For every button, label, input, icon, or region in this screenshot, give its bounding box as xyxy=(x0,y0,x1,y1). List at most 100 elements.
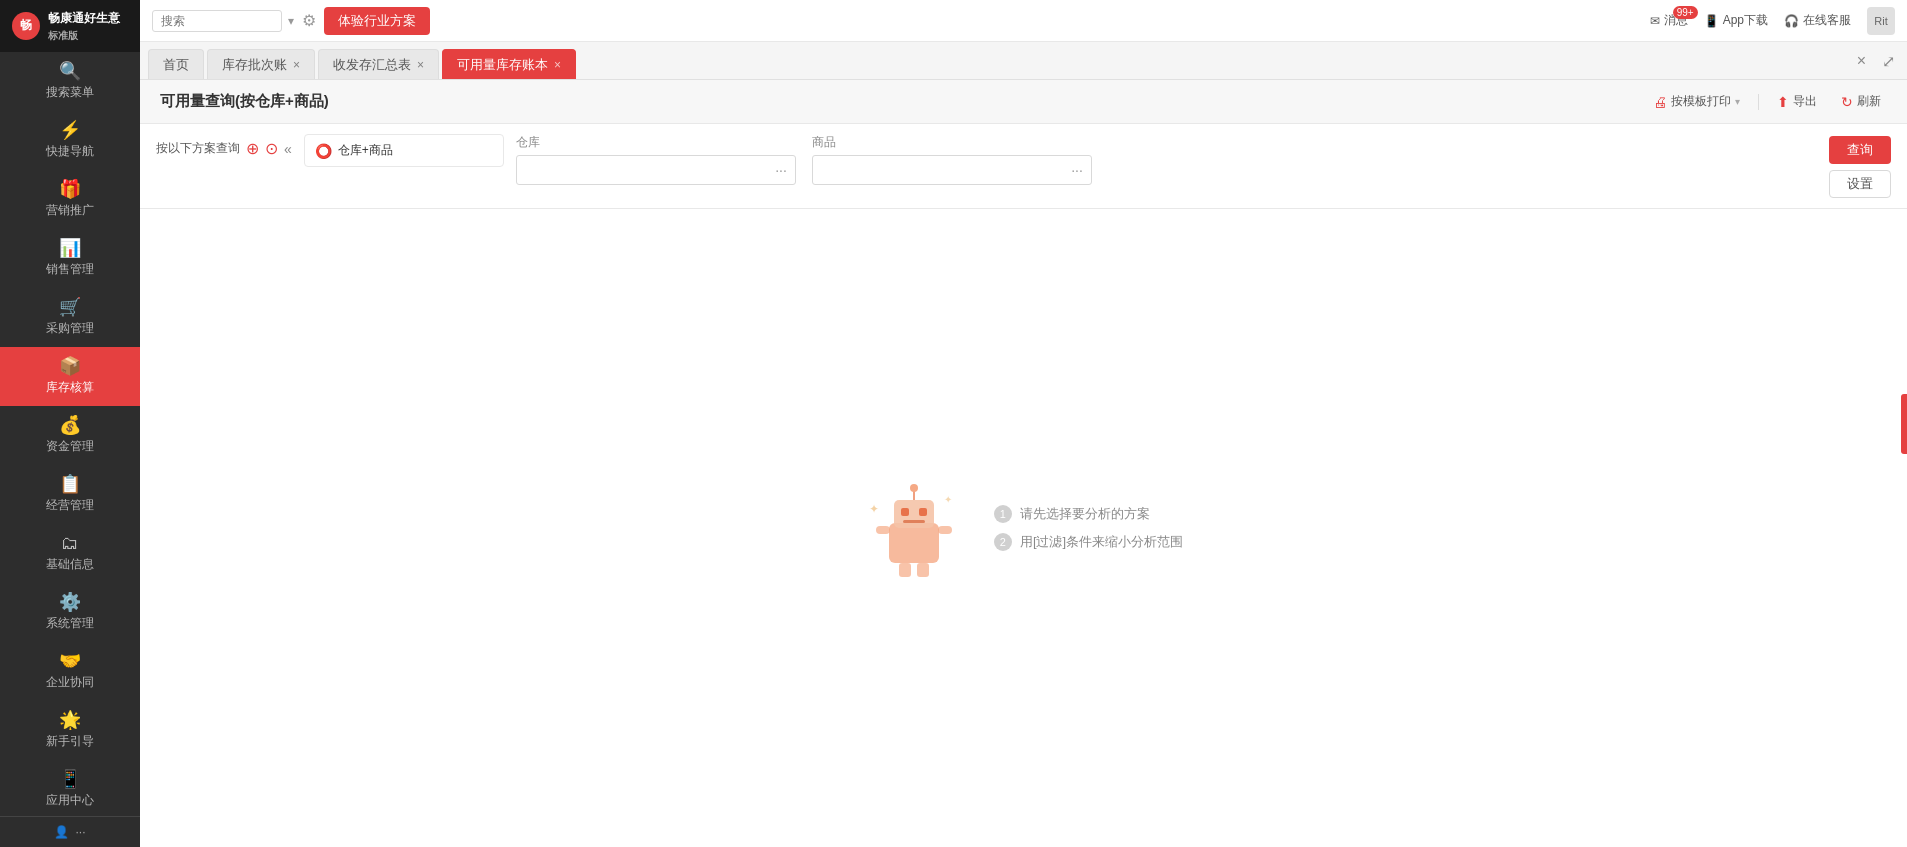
basic-icon: 🗂 xyxy=(61,534,79,552)
more-icon[interactable]: ··· xyxy=(1071,162,1083,178)
sidebar-item-shortcut[interactable]: ⚡ 快捷导航 xyxy=(0,111,140,170)
logo-icon: 畅 xyxy=(12,12,40,40)
divider xyxy=(1758,94,1759,110)
filter-label: 按以下方案查询 ⊕ ⊙ « xyxy=(156,134,292,158)
content-area: 可用量查询(按仓库+商品) 🖨 按模板打印 ▾ ⬆ 导出 ↻ 刷新 xyxy=(140,80,1907,847)
sidebar-item-label: 应用中心 xyxy=(46,792,94,809)
warehouse-input-wrapper: ··· xyxy=(516,155,796,185)
empty-robot-illustration: ✦ ✦ xyxy=(864,478,964,578)
expand-tab-btn[interactable]: ⤢ xyxy=(1878,49,1899,72)
svg-rect-2 xyxy=(901,508,909,516)
product-input[interactable] xyxy=(821,163,1067,177)
tab-available-label: 可用量库存账本 xyxy=(457,56,548,74)
sidebar-item-operation[interactable]: 📋 经营管理 xyxy=(0,465,140,524)
gear-icon[interactable]: ⚙ xyxy=(302,11,316,30)
close-icon[interactable]: × xyxy=(554,58,561,72)
close-icon[interactable]: × xyxy=(293,58,300,72)
sidebar-item-enterprise[interactable]: 🤝 企业协同 xyxy=(0,642,140,701)
search-icon: 🔍 xyxy=(59,62,81,80)
svg-text:✦: ✦ xyxy=(944,494,952,505)
tab-available[interactable]: 可用量库存账本 × xyxy=(442,49,576,79)
refresh-icon: ↻ xyxy=(1841,94,1853,110)
sidebar-item-finance[interactable]: 💰 资金管理 xyxy=(0,406,140,465)
tab-home-label: 首页 xyxy=(163,56,189,74)
service-label: 在线客服 xyxy=(1803,12,1851,29)
warehouse-label: 仓库 xyxy=(516,134,796,151)
sidebar-item-inventory[interactable]: 📦 库存核算 xyxy=(0,347,140,406)
close-tab-btn[interactable]: × xyxy=(1853,49,1870,72)
svg-rect-10 xyxy=(938,526,952,534)
hint-2: 2 用[过滤]条件来缩小分析范围 xyxy=(994,533,1183,551)
sidebar-item-sales[interactable]: 📊 销售管理 xyxy=(0,229,140,288)
chevron-down-icon[interactable]: ▾ xyxy=(288,14,294,28)
tab-summary[interactable]: 收发存汇总表 × xyxy=(318,49,439,79)
sidebar-bottom-label: ··· xyxy=(75,825,85,839)
warehouse-input[interactable] xyxy=(525,163,771,177)
shortcut-icon: ⚡ xyxy=(59,121,81,139)
product-input-wrapper: ··· xyxy=(812,155,1092,185)
tab-batch[interactable]: 库存批次账 × xyxy=(207,49,315,79)
export-btn[interactable]: ⬆ 导出 xyxy=(1771,90,1823,113)
hint-num-2: 2 xyxy=(994,533,1012,551)
system-icon: ⚙️ xyxy=(59,593,81,611)
notification-badge: 99+ xyxy=(1673,6,1698,19)
app-badge: 标准版 xyxy=(48,29,120,42)
top-bar-search: ▾ ⚙ xyxy=(152,10,316,32)
export-icon: ⬆ xyxy=(1777,94,1789,110)
sidebar-item-appstore[interactable]: 📱 应用中心 xyxy=(0,760,140,816)
online-service-btn[interactable]: 🎧 在线客服 xyxy=(1784,12,1851,29)
export-label: 导出 xyxy=(1793,93,1817,110)
sidebar-item-search[interactable]: 🔍 搜索菜单 xyxy=(0,52,140,111)
print-label: 按模板打印 xyxy=(1671,93,1731,110)
collapse-icon[interactable]: « xyxy=(284,141,292,157)
close-icon[interactable]: × xyxy=(417,58,424,72)
hint-text-1: 请先选择要分析的方案 xyxy=(1020,505,1150,523)
sidebar-item-label: 快捷导航 xyxy=(46,143,94,160)
user-avatar[interactable]: Rit xyxy=(1867,7,1895,35)
settings-scheme-icon[interactable]: ⊙ xyxy=(265,139,278,158)
enterprise-icon: 🤝 xyxy=(59,652,81,670)
filter-fields: 仓库 ··· 商品 ··· xyxy=(516,134,1817,185)
notification-btn[interactable]: ✉ 消息 99+ xyxy=(1650,12,1688,29)
refresh-btn[interactable]: ↻ 刷新 xyxy=(1835,90,1887,113)
svg-rect-7 xyxy=(899,563,911,577)
scheme-item-icon: ⭕ xyxy=(315,143,332,159)
sales-icon: 📊 xyxy=(59,239,81,257)
sidebar-item-label: 营销推广 xyxy=(46,202,94,219)
sidebar-item-label: 销售管理 xyxy=(46,261,94,278)
app-download-label: App下载 xyxy=(1723,12,1768,29)
empty-state-content: ✦ ✦ 1 请先选择要分析的方案 2 用[过滤]条件来缩小分析范围 xyxy=(864,478,1183,578)
tab-bar-end: × ⤢ xyxy=(1853,49,1899,72)
sidebar-scroll: 🔍 搜索菜单 ⚡ 快捷导航 🎁 营销推广 📊 销售管理 🛒 采购管理 📦 库存核… xyxy=(0,52,140,816)
industry-btn[interactable]: 体验行业方案 xyxy=(324,7,430,35)
app-download-btn[interactable]: 📱 App下载 xyxy=(1704,12,1768,29)
print-icon: 🖨 xyxy=(1653,94,1667,110)
sidebar-item-purchase[interactable]: 🛒 采购管理 xyxy=(0,288,140,347)
refresh-label: 刷新 xyxy=(1857,93,1881,110)
search-input[interactable] xyxy=(152,10,282,32)
query-button[interactable]: 查询 xyxy=(1829,136,1891,164)
filter-scheme-panel: ⭕ 仓库+商品 xyxy=(304,134,504,167)
sidebar-item-label: 搜索菜单 xyxy=(46,84,94,101)
sidebar-item-newbie[interactable]: 🌟 新手引导 xyxy=(0,701,140,760)
svg-rect-4 xyxy=(903,520,925,523)
hint-num-1: 1 xyxy=(994,505,1012,523)
more-icon[interactable]: ··· xyxy=(775,162,787,178)
scroll-handle[interactable] xyxy=(1901,394,1907,454)
tab-home[interactable]: 首页 xyxy=(148,49,204,79)
hint-text-2: 用[过滤]条件来缩小分析范围 xyxy=(1020,533,1183,551)
main-area: ▾ ⚙ 体验行业方案 ✉ 消息 99+ 📱 App下载 🎧 在线客服 Rit 首… xyxy=(140,0,1907,847)
print-btn[interactable]: 🖨 按模板打印 ▾ xyxy=(1647,90,1746,113)
filter-field-product: 商品 ··· xyxy=(812,134,1092,185)
add-scheme-icon[interactable]: ⊕ xyxy=(246,139,259,158)
filter-field-warehouse: 仓库 ··· xyxy=(516,134,796,185)
tab-summary-label: 收发存汇总表 xyxy=(333,56,411,74)
sidebar-item-marketing[interactable]: 🎁 营销推广 xyxy=(0,170,140,229)
scheme-item-warehouse[interactable]: ⭕ 仓库+商品 xyxy=(305,135,503,166)
tab-bar: 首页 库存批次账 × 收发存汇总表 × 可用量库存账本 × × ⤢ xyxy=(140,42,1907,80)
sidebar-item-basic[interactable]: 🗂 基础信息 xyxy=(0,524,140,583)
sidebar-bottom[interactable]: 👤 ··· xyxy=(0,816,140,847)
finance-icon: 💰 xyxy=(59,416,81,434)
sidebar-item-system[interactable]: ⚙️ 系统管理 xyxy=(0,583,140,642)
settings-button[interactable]: 设置 xyxy=(1829,170,1891,198)
